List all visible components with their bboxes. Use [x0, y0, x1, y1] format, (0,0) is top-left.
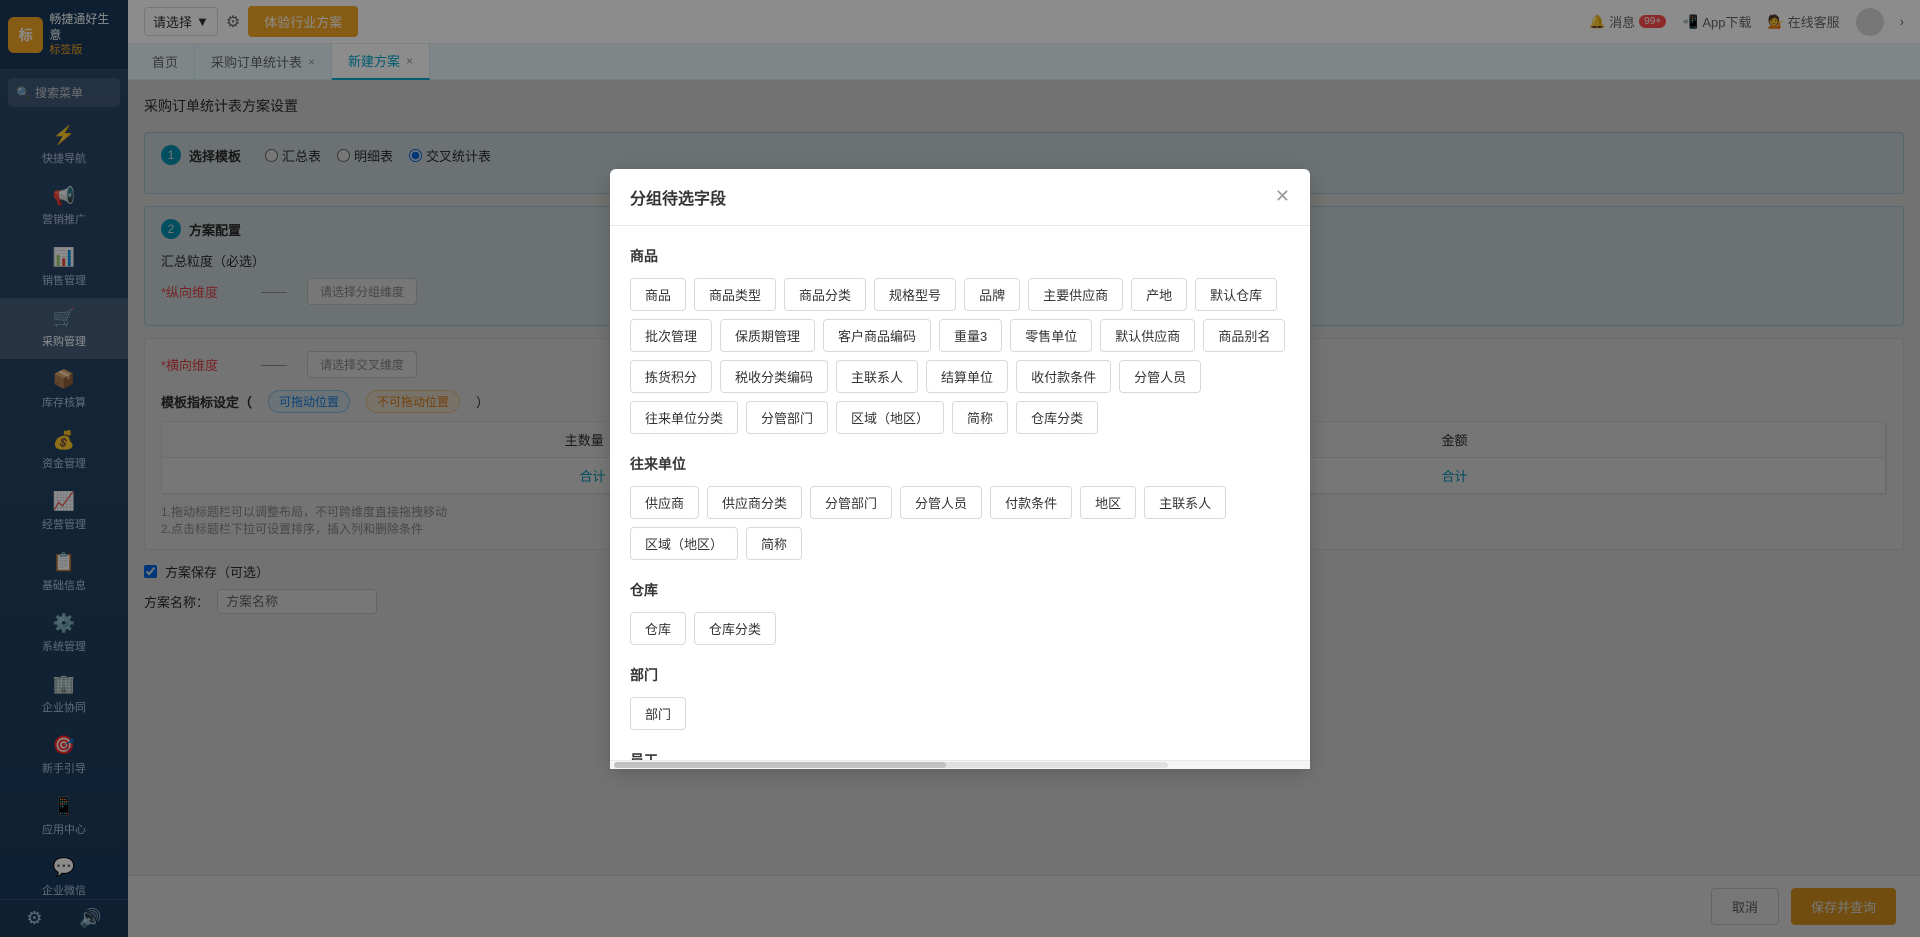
- field-tag[interactable]: 主联系人: [836, 360, 918, 393]
- field-tag[interactable]: 商品类型: [694, 278, 776, 311]
- warehouse-section: 仓库 仓库 仓库分类: [630, 580, 1290, 645]
- goods-section-title: 商品: [630, 246, 1290, 266]
- modal-header: 分组待选字段 ✕: [610, 169, 1310, 226]
- field-tag[interactable]: 主要供应商: [1028, 278, 1123, 311]
- department-field-tags: 部门: [630, 697, 1290, 730]
- department-section-title: 部门: [630, 665, 1290, 685]
- field-tag[interactable]: 仓库: [630, 612, 686, 645]
- warehouse-field-tags: 仓库 仓库分类: [630, 612, 1290, 645]
- field-tag[interactable]: 商品分类: [784, 278, 866, 311]
- counterpart-section: 往来单位 供应商 供应商分类 分管部门 分管人员 付款条件 地区 主联系人 区域…: [630, 454, 1290, 560]
- goods-field-tags: 商品 商品类型 商品分类 规格型号 品牌 主要供应商 产地 默认仓库 批次管理 …: [630, 278, 1290, 434]
- department-section: 部门 部门: [630, 665, 1290, 730]
- field-tag[interactable]: 保质期管理: [720, 319, 815, 352]
- staff-section: 员工 业务员: [630, 750, 1290, 760]
- field-tag[interactable]: 区域（地区）: [630, 527, 738, 560]
- field-tag[interactable]: 部门: [630, 697, 686, 730]
- staff-section-title: 员工: [630, 750, 1290, 760]
- field-tag[interactable]: 规格型号: [874, 278, 956, 311]
- field-tag[interactable]: 简称: [952, 401, 1008, 434]
- modal-close-button[interactable]: ✕: [1275, 186, 1290, 207]
- field-tag[interactable]: 客户商品编码: [823, 319, 931, 352]
- field-tag[interactable]: 分管人员: [900, 486, 982, 519]
- field-tag[interactable]: 供应商: [630, 486, 699, 519]
- field-tag[interactable]: 分管部门: [810, 486, 892, 519]
- counterpart-field-tags: 供应商 供应商分类 分管部门 分管人员 付款条件 地区 主联系人 区域（地区） …: [630, 486, 1290, 560]
- field-tag[interactable]: 分管部门: [746, 401, 828, 434]
- field-select-modal: 分组待选字段 ✕ 商品 商品 商品类型 商品分类 规格型号 品牌 主要供应商 产…: [610, 169, 1310, 769]
- field-tag[interactable]: 重量3: [939, 319, 1002, 352]
- field-tag[interactable]: 品牌: [964, 278, 1020, 311]
- modal-title: 分组待选字段: [630, 185, 726, 209]
- field-tag[interactable]: 分管人员: [1119, 360, 1201, 393]
- field-tag[interactable]: 默认供应商: [1100, 319, 1195, 352]
- field-tag[interactable]: 简称: [746, 527, 802, 560]
- field-tag[interactable]: 仓库分类: [1016, 401, 1098, 434]
- field-tag[interactable]: 付款条件: [990, 486, 1072, 519]
- goods-section: 商品 商品 商品类型 商品分类 规格型号 品牌 主要供应商 产地 默认仓库 批次…: [630, 246, 1290, 434]
- modal-overlay[interactable]: 分组待选字段 ✕ 商品 商品 商品类型 商品分类 规格型号 品牌 主要供应商 产…: [0, 0, 1920, 937]
- field-tag[interactable]: 批次管理: [630, 319, 712, 352]
- field-tag[interactable]: 往来单位分类: [630, 401, 738, 434]
- field-tag[interactable]: 默认仓库: [1195, 278, 1277, 311]
- field-tag[interactable]: 地区: [1080, 486, 1136, 519]
- field-tag[interactable]: 主联系人: [1144, 486, 1226, 519]
- field-tag[interactable]: 供应商分类: [707, 486, 802, 519]
- counterpart-section-title: 往来单位: [630, 454, 1290, 474]
- field-tag[interactable]: 商品别名: [1203, 319, 1285, 352]
- field-tag[interactable]: 商品: [630, 278, 686, 311]
- field-tag[interactable]: 区域（地区）: [836, 401, 944, 434]
- modal-body: 商品 商品 商品类型 商品分类 规格型号 品牌 主要供应商 产地 默认仓库 批次…: [610, 226, 1310, 760]
- field-tag[interactable]: 拣货积分: [630, 360, 712, 393]
- field-tag[interactable]: 零售单位: [1010, 319, 1092, 352]
- modal-horizontal-scrollbar[interactable]: [610, 760, 1310, 769]
- field-tag[interactable]: 产地: [1131, 278, 1187, 311]
- warehouse-section-title: 仓库: [630, 580, 1290, 600]
- field-tag[interactable]: 仓库分类: [694, 612, 776, 645]
- field-tag[interactable]: 税收分类编码: [720, 360, 828, 393]
- field-tag[interactable]: 结算单位: [926, 360, 1008, 393]
- field-tag[interactable]: 收付款条件: [1016, 360, 1111, 393]
